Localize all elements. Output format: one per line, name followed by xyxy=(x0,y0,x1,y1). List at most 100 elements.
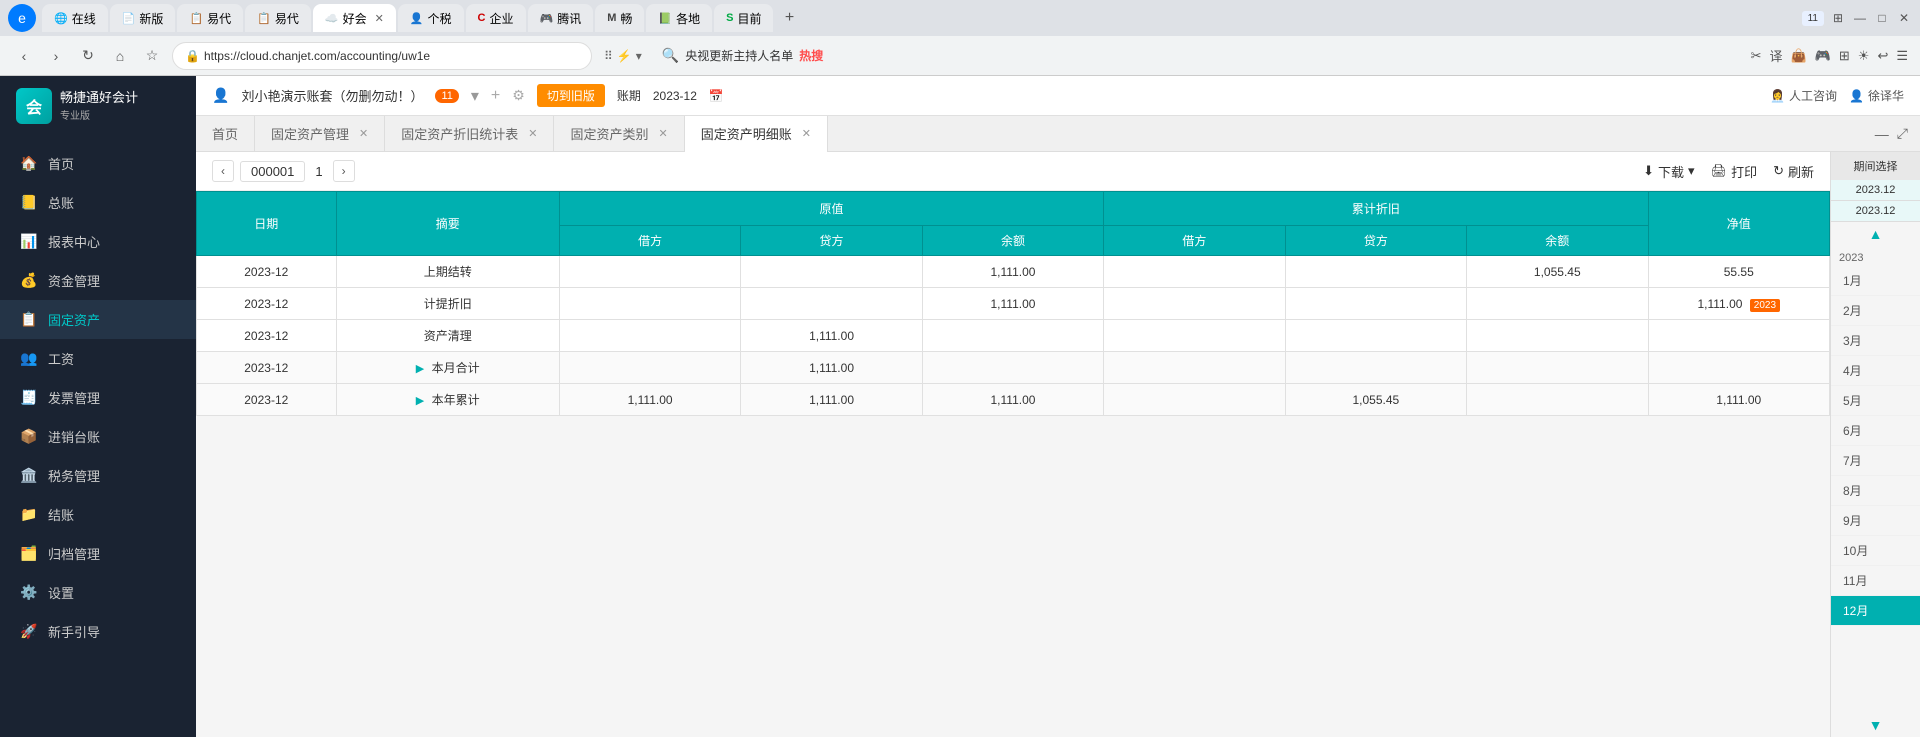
page-tab-asset-mgmt[interactable]: 固定资产管理 ✕ xyxy=(255,116,385,152)
tab-label-home-page: 首页 xyxy=(212,124,238,143)
page-tab-asset-detail[interactable]: 固定资产明细账 ✕ xyxy=(685,116,828,152)
browser-tab-qiye[interactable]: C 企业 xyxy=(466,4,526,32)
sidebar-item-home[interactable]: 🏠 首页 xyxy=(0,144,196,183)
expand-panel-button[interactable]: ⤢ xyxy=(1897,125,1908,142)
month-item-5[interactable]: 5月 xyxy=(1831,386,1920,416)
prev-record-button[interactable]: ‹ xyxy=(212,160,234,182)
calendar-icon[interactable]: 📅 xyxy=(709,89,724,103)
scroll-up-button[interactable]: ▲ xyxy=(1831,222,1920,246)
lightning-icon[interactable]: ⚡ xyxy=(617,49,632,63)
month-item-12[interactable]: 12月 xyxy=(1831,596,1920,626)
undo-icon[interactable]: ↩ xyxy=(1877,48,1888,64)
month-item-3[interactable]: 3月 xyxy=(1831,326,1920,356)
month-item-1[interactable]: 1月 xyxy=(1831,266,1920,296)
tax-icon: 🏛️ xyxy=(20,467,38,484)
browser-tab-geshui[interactable]: 👤 个税 xyxy=(398,4,464,32)
page-tab-asset-category[interactable]: 固定资产类别 ✕ xyxy=(554,116,684,152)
browser-tab-new[interactable]: 📄 新版 xyxy=(110,4,176,32)
browser-tab-haohui[interactable]: ☁️ 好会 ✕ xyxy=(313,4,396,32)
scroll-down-button[interactable]: ▼ xyxy=(1831,713,1920,737)
translate-icon[interactable]: 译 xyxy=(1769,46,1782,65)
minimize-panel-button[interactable]: — xyxy=(1875,126,1889,142)
new-tab-button[interactable]: + xyxy=(775,4,803,32)
sidebar-item-general-ledger[interactable]: 📒 总账 xyxy=(0,183,196,222)
browser-tab-gedi[interactable]: 📗 各地 xyxy=(646,4,712,32)
user-profile-button[interactable]: 👤 徐译华 xyxy=(1849,87,1904,104)
month-item-2[interactable]: 2月 xyxy=(1831,296,1920,326)
logo-text-block: 畅捷通好会计 专业版 xyxy=(60,90,138,122)
sidebar-item-archive[interactable]: 🗂️ 归档管理 xyxy=(0,534,196,573)
page-tab-home[interactable]: 首页 xyxy=(196,116,255,152)
sidebar-item-purchase-sales[interactable]: 📦 进销台账 xyxy=(0,417,196,456)
month-item-11[interactable]: 11月 xyxy=(1831,566,1920,596)
grid-icon[interactable]: ⊞ xyxy=(1839,48,1850,64)
home-button[interactable]: ⌂ xyxy=(108,44,132,68)
refresh-button[interactable]: ↻ 刷新 xyxy=(1773,162,1814,181)
sidebar-item-fixed-assets[interactable]: 📋 固定资产 xyxy=(0,300,196,339)
forward-button[interactable]: › xyxy=(44,44,68,68)
download-button[interactable]: ⬇ 下载 ▾ xyxy=(1643,162,1694,181)
maximize-button[interactable]: □ xyxy=(1874,10,1890,26)
close-tab-depr-stat[interactable]: ✕ xyxy=(528,127,537,140)
gamepad-icon[interactable]: 🎮 xyxy=(1815,48,1831,64)
bookmark-button[interactable]: ☆ xyxy=(140,44,164,68)
cell-orig-credit-4: 1,111.00 xyxy=(741,384,922,416)
month-item-9[interactable]: 9月 xyxy=(1831,506,1920,536)
sun-icon[interactable]: ☀ xyxy=(1858,48,1870,64)
close-tab-asset-mgmt[interactable]: ✕ xyxy=(359,127,368,140)
close-tab-asset-detail[interactable]: ✕ xyxy=(802,127,811,140)
browser-tab-yidai2[interactable]: 📋 易代 xyxy=(245,4,311,32)
download-dropdown-icon[interactable]: ▾ xyxy=(1688,163,1695,179)
month-item-4[interactable]: 4月 xyxy=(1831,356,1920,386)
browser-tab-chang[interactable]: M 畅 xyxy=(595,4,644,32)
tab-list-button[interactable]: ⊞ xyxy=(1830,10,1846,26)
dropdown-icon[interactable]: ▾ xyxy=(636,49,642,63)
month-label-8: 8月 xyxy=(1843,482,1862,499)
app-header: 👤 刘小艳演示账套（勿删勿动！） 11 ▾ + ⚙ 切到旧版 账期 2023-1… xyxy=(196,76,1920,116)
browser-tab-tencent[interactable]: 🎮 腾讯 xyxy=(528,4,594,32)
close-window-button[interactable]: ✕ xyxy=(1896,10,1912,26)
browser-tab-online[interactable]: 🌐 在线 xyxy=(42,4,108,32)
ledger-table: 日期 摘要 原值 累计折旧 净值 借方 贷方 余额 借方 xyxy=(196,191,1830,416)
page-tab-depreciation-stat[interactable]: 固定资产折旧统计表 ✕ xyxy=(385,116,554,152)
cell-summary-1: 计提折旧 xyxy=(336,288,559,320)
dropdown-arrow[interactable]: ▾ xyxy=(471,86,479,106)
month-item-8[interactable]: 8月 xyxy=(1831,476,1920,506)
browser-tab-yidai1[interactable]: 📋 易代 xyxy=(177,4,243,32)
close-tab-asset-cat[interactable]: ✕ xyxy=(659,127,668,140)
switch-version-button[interactable]: 切到旧版 xyxy=(537,84,605,107)
qr-icon[interactable]: ⠿ xyxy=(604,49,613,63)
cell-accum-balance-3 xyxy=(1467,352,1648,384)
print-button[interactable]: 🖨 打印 xyxy=(1711,162,1758,181)
sidebar-item-settings[interactable]: ⚙️ 设置 xyxy=(0,573,196,612)
reload-button[interactable]: ↻ xyxy=(76,44,100,68)
sidebar-item-payroll[interactable]: 👥 工资 xyxy=(0,339,196,378)
user-icon: 👤 xyxy=(212,87,229,104)
month-item-7[interactable]: 7月 xyxy=(1831,446,1920,476)
menu-icon[interactable]: ☰ xyxy=(1896,48,1908,64)
month-item-10[interactable]: 10月 xyxy=(1831,536,1920,566)
sidebar-item-invoices[interactable]: 🧾 发票管理 xyxy=(0,378,196,417)
sidebar-label-home: 首页 xyxy=(48,154,74,173)
cell-date-3: 2023-12 xyxy=(197,352,337,384)
browser-tab-muqian[interactable]: S 目前 xyxy=(714,4,773,32)
customer-service-button[interactable]: 👩‍💼 人工咨询 xyxy=(1770,87,1837,104)
month-label-12: 12月 xyxy=(1843,602,1868,619)
back-button[interactable]: ‹ xyxy=(12,44,36,68)
scissors-icon[interactable]: ✂ xyxy=(1751,48,1762,64)
table-row-yearly-total: 2023-12 ▶ 本年累计 1,111.00 1,111.00 1,111.0… xyxy=(197,384,1830,416)
settings-gear-icon[interactable]: ⚙ xyxy=(512,87,525,104)
tab-close-haohui[interactable]: ✕ xyxy=(375,12,384,25)
sidebar-item-reports[interactable]: 📊 报表中心 xyxy=(0,222,196,261)
sidebar-item-tax[interactable]: 🏛️ 税务管理 xyxy=(0,456,196,495)
next-record-button[interactable]: › xyxy=(333,160,355,182)
sidebar-item-funds[interactable]: 💰 资金管理 xyxy=(0,261,196,300)
add-company-button[interactable]: + xyxy=(491,87,500,105)
minimize-button[interactable]: — xyxy=(1852,10,1868,26)
sidebar-item-closing[interactable]: 📁 结账 xyxy=(0,495,196,534)
sidebar-item-guide[interactable]: 🚀 新手引导 xyxy=(0,612,196,651)
col-header-net: 净值 xyxy=(1648,192,1830,256)
address-input[interactable]: 🔒 https://cloud.chanjet.com/accounting/u… xyxy=(172,42,592,70)
wallet-icon[interactable]: 👜 xyxy=(1791,48,1807,64)
month-item-6[interactable]: 6月 xyxy=(1831,416,1920,446)
